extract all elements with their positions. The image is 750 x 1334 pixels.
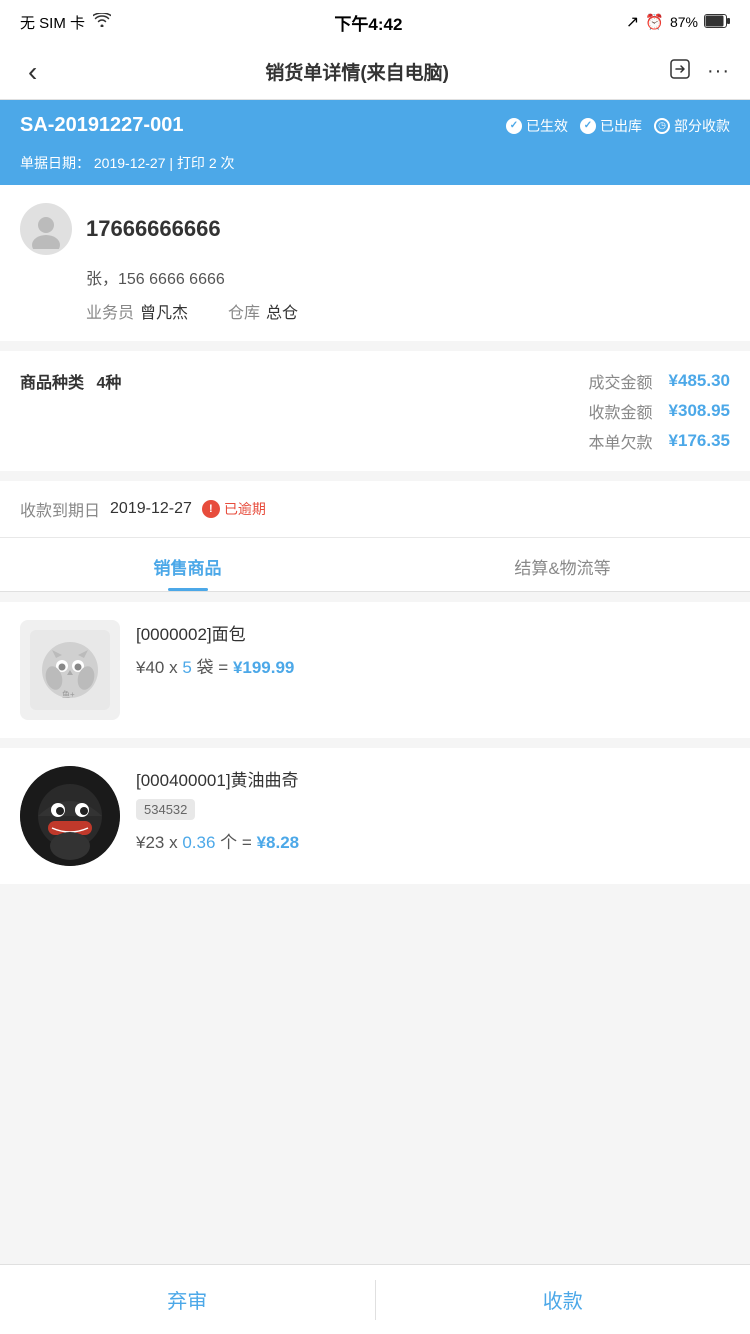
customer-top: 17666666666 — [20, 203, 730, 255]
battery-percentage: 87% — [670, 14, 698, 30]
due-section: 收款到期日 2019-12-27 ! 已逾期 — [0, 481, 750, 538]
due-label: 收款到期日 — [20, 497, 100, 521]
bread-image-placeholder: 鱼+ — [30, 630, 110, 710]
deal-amount-row: 成交金额 ¥485.30 — [589, 369, 730, 393]
check-icon-2 — [580, 118, 596, 134]
avatar — [20, 203, 72, 255]
customer-meta: 业务员 曾凡杰 仓库 总仓 — [20, 299, 730, 323]
order-date-line: 单据日期： 2019-12-27 | 打印 2 次 — [20, 153, 730, 173]
product-item: 鱼+ [0000002]面包 ¥40 x 5 袋 = ¥199.99 — [0, 602, 750, 738]
product-name-1: [0000002]面包 — [136, 620, 730, 645]
product-thumb-1: 鱼+ — [20, 620, 120, 720]
customer-name-line: 张，156 6666 6666 — [20, 265, 730, 289]
stats-left: 商品种类 4种 — [20, 369, 121, 397]
due-date: 2019-12-27 — [110, 500, 192, 518]
product-item: [000400001]黄油曲奇 534532 ¥23 x 0.36 个 = ¥8… — [0, 748, 750, 884]
carrier-label: 无 SIM 卡 — [20, 12, 85, 33]
product-price-2: ¥23 x 0.36 个 = ¥8.28 — [136, 828, 730, 853]
clock-icon: ◷ — [654, 118, 670, 134]
customer-section: 17666666666 张，156 6666 6666 业务员 曾凡杰 仓库 总… — [0, 185, 750, 341]
tabs-section: 销售商品 结算&物流等 — [0, 538, 750, 592]
cancel-button[interactable]: 弃审 — [0, 1269, 375, 1330]
svg-text:鱼+: 鱼+ — [62, 689, 75, 699]
check-icon-1 — [506, 118, 522, 134]
product-sku-badge: 534532 — [136, 799, 195, 820]
stats-section: 商品种类 4种 成交金额 ¥485.30 收款金额 ¥308.95 本单欠款 ¥… — [0, 351, 750, 471]
more-button[interactable]: ··· — [707, 60, 730, 83]
product-price-1: ¥40 x 5 袋 = ¥199.99 — [136, 653, 730, 678]
product-list: 鱼+ [0000002]面包 ¥40 x 5 袋 = ¥199.99 — [0, 602, 750, 884]
customer-id: 17666666666 — [86, 216, 221, 242]
product-thumb-2 — [20, 766, 120, 866]
overdue-badge: ! 已逾期 — [202, 499, 266, 519]
back-button[interactable]: ‹ — [20, 50, 45, 94]
status-badge-shipped: 已出库 — [580, 116, 642, 136]
received-amount-row: 收款金额 ¥308.95 — [589, 399, 730, 423]
stats-right: 成交金额 ¥485.30 收款金额 ¥308.95 本单欠款 ¥176.35 — [589, 369, 730, 453]
page-title: 销货单详情(来自电脑) — [265, 58, 449, 85]
status-left: 无 SIM 卡 — [20, 12, 111, 33]
header-banner: SA-20191227-001 已生效 已出库 ◷ 部分收款 单据日期： 201… — [0, 100, 750, 185]
wifi-icon — [93, 13, 111, 31]
share-button[interactable] — [669, 58, 691, 86]
status-bar: 无 SIM 卡 下午4:42 ↗ ⏰ 87% — [0, 0, 750, 44]
tab-settlement[interactable]: 结算&物流等 — [375, 538, 750, 591]
bottom-bar: 弃审 收款 — [0, 1264, 750, 1334]
status-badge-effective: 已生效 — [506, 116, 568, 136]
confirm-payment-button[interactable]: 收款 — [376, 1269, 750, 1330]
product-type-count: 商品种类 4种 — [20, 369, 121, 393]
product-info-2: [000400001]黄油曲奇 534532 ¥23 x 0.36 个 = ¥8… — [136, 766, 730, 853]
battery-icon — [704, 14, 730, 31]
sales-info: 业务员 曾凡杰 — [86, 299, 188, 323]
product-info-1: [0000002]面包 ¥40 x 5 袋 = ¥199.99 — [136, 620, 730, 678]
debt-amount-row: 本单欠款 ¥176.35 — [589, 429, 730, 453]
tab-products[interactable]: 销售商品 — [0, 538, 375, 591]
product-name-2: [000400001]黄油曲奇 — [136, 766, 730, 791]
warehouse-info: 仓库 总仓 — [228, 299, 298, 323]
customer-phone: 张，156 6666 6666 — [86, 271, 225, 288]
overdue-icon: ! — [202, 500, 220, 518]
status-right: ↗ ⏰ 87% — [626, 12, 730, 32]
nav-bar: ‹ 销货单详情(来自电脑) ··· — [0, 44, 750, 100]
order-id: SA-20191227-001 — [20, 114, 183, 137]
status-badge-partial: ◷ 部分收款 — [654, 116, 730, 136]
location-icon: ↗ — [626, 12, 639, 32]
nav-actions: ··· — [669, 58, 730, 86]
alarm-icon: ⏰ — [645, 13, 664, 31]
time-label: 下午4:42 — [334, 10, 402, 35]
